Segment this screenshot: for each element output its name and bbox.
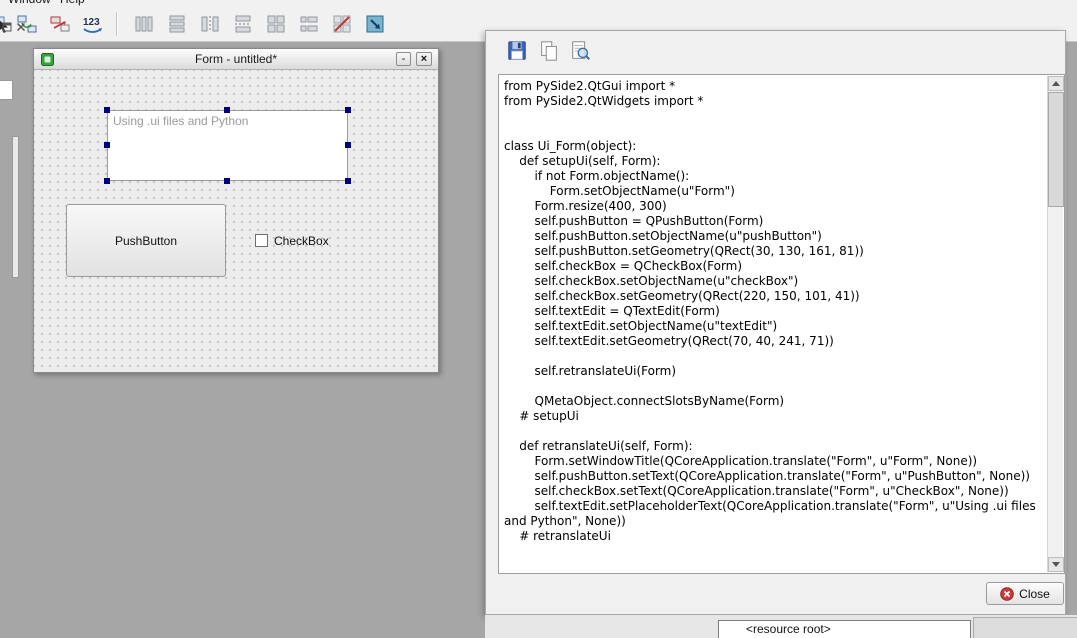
textedit-widget[interactable]: Using .ui files and Python	[107, 110, 348, 181]
widgetbox-scrollbar-fragment[interactable]	[12, 136, 19, 278]
layout-vertical-splitter-icon	[232, 13, 254, 35]
layout-horizontal-splitter-icon	[199, 13, 221, 35]
edit-tab-order-icon: 123	[81, 13, 105, 35]
layout-form-button[interactable]	[296, 11, 322, 37]
layout-vertical-icon	[166, 13, 188, 35]
resource-root-item[interactable]: <resource root>	[746, 622, 831, 636]
edit-buddies-icon	[49, 13, 71, 35]
layout-horizontal-icon	[133, 13, 155, 35]
form-editor-window: Form - untitled* - × Using .ui files and…	[33, 48, 439, 373]
layout-grid-button[interactable]	[263, 11, 289, 37]
menu-help[interactable]: Help	[60, 0, 85, 6]
code-preview-dialog: from PySide2.QtGui import * from PySide2…	[485, 30, 1066, 615]
checkbox-label: CheckBox	[274, 234, 329, 248]
code-scrollbar[interactable]	[1047, 76, 1063, 572]
layout-horizontal-splitter-button[interactable]	[197, 11, 223, 37]
selection-handle-top-left[interactable]	[104, 107, 110, 113]
selection-handle-bottom-right[interactable]	[345, 178, 351, 184]
textedit-placeholder: Using .ui files and Python	[108, 111, 347, 131]
layout-vertical-button[interactable]	[164, 11, 190, 37]
adjust-size-button[interactable]	[362, 11, 388, 37]
code-view[interactable]: from PySide2.QtGui import * from PySide2…	[498, 74, 1065, 574]
selection-handle-top-center[interactable]	[224, 107, 230, 113]
close-red-icon	[1000, 587, 1014, 601]
dock-float-icon	[2, 22, 12, 32]
edit-tab-order-button[interactable]: 123	[80, 11, 106, 37]
dock-float-button[interactable]	[1, 21, 13, 33]
break-layout-icon	[331, 13, 353, 35]
close-button-label: Close	[1019, 587, 1050, 601]
checkbox-indicator[interactable]	[255, 234, 268, 247]
pushbutton-label: PushButton	[115, 234, 177, 248]
form-minimize-button[interactable]: -	[396, 52, 411, 66]
pushbutton-widget[interactable]: PushButton	[66, 204, 226, 277]
form-window-title: Form - untitled*	[195, 52, 277, 66]
toolbar-separator	[116, 12, 117, 36]
dock-close-icon	[16, 22, 26, 32]
menu-window[interactable]: Window	[8, 0, 51, 6]
find-in-code-button[interactable]	[568, 38, 594, 64]
form-window-titlebar[interactable]: Form - untitled* - ×	[34, 49, 438, 70]
selection-handle-mid-left[interactable]	[104, 142, 110, 148]
bottom-right-panel-fragment	[973, 617, 1077, 638]
tab-order-digits: 123	[83, 17, 100, 28]
layout-vertical-splitter-button[interactable]	[230, 11, 256, 37]
layout-form-icon	[298, 13, 320, 35]
selection-handle-bottom-left[interactable]	[104, 178, 110, 184]
scrollbar-thumb[interactable]	[1048, 92, 1064, 207]
form-close-button[interactable]: ×	[416, 52, 432, 66]
widgetbox-filter-fragment[interactable]	[0, 80, 13, 100]
copy-icon	[538, 40, 560, 62]
break-layout-button[interactable]	[329, 11, 355, 37]
selection-handle-mid-right[interactable]	[345, 142, 351, 148]
edit-buddies-button[interactable]	[47, 11, 73, 37]
save-code-button[interactable]	[504, 38, 530, 64]
scroll-down-arrow-icon[interactable]	[1048, 557, 1064, 572]
close-dialog-button[interactable]: Close	[986, 582, 1064, 605]
selection-handle-top-right[interactable]	[345, 107, 351, 113]
dock-close-button[interactable]	[15, 21, 27, 33]
copy-code-button[interactable]	[536, 38, 562, 64]
checkbox-widget[interactable]: CheckBox	[255, 220, 356, 261]
selection-handle-bottom-center[interactable]	[224, 178, 230, 184]
generated-code[interactable]: from PySide2.QtGui import * from PySide2…	[499, 75, 1047, 573]
form-canvas[interactable]: Using .ui files and Python PushButton Ch…	[34, 70, 438, 372]
find-icon	[570, 40, 592, 62]
adjust-size-icon	[364, 13, 386, 35]
save-icon	[506, 40, 528, 62]
designer-form-icon	[41, 53, 54, 66]
scroll-up-arrow-icon[interactable]	[1048, 76, 1064, 91]
layout-grid-icon	[265, 13, 287, 35]
menubar: Window Help	[0, 0, 320, 7]
resource-browser-fragment[interactable]: <resource root>	[718, 620, 971, 638]
layout-horizontal-button[interactable]	[131, 11, 157, 37]
